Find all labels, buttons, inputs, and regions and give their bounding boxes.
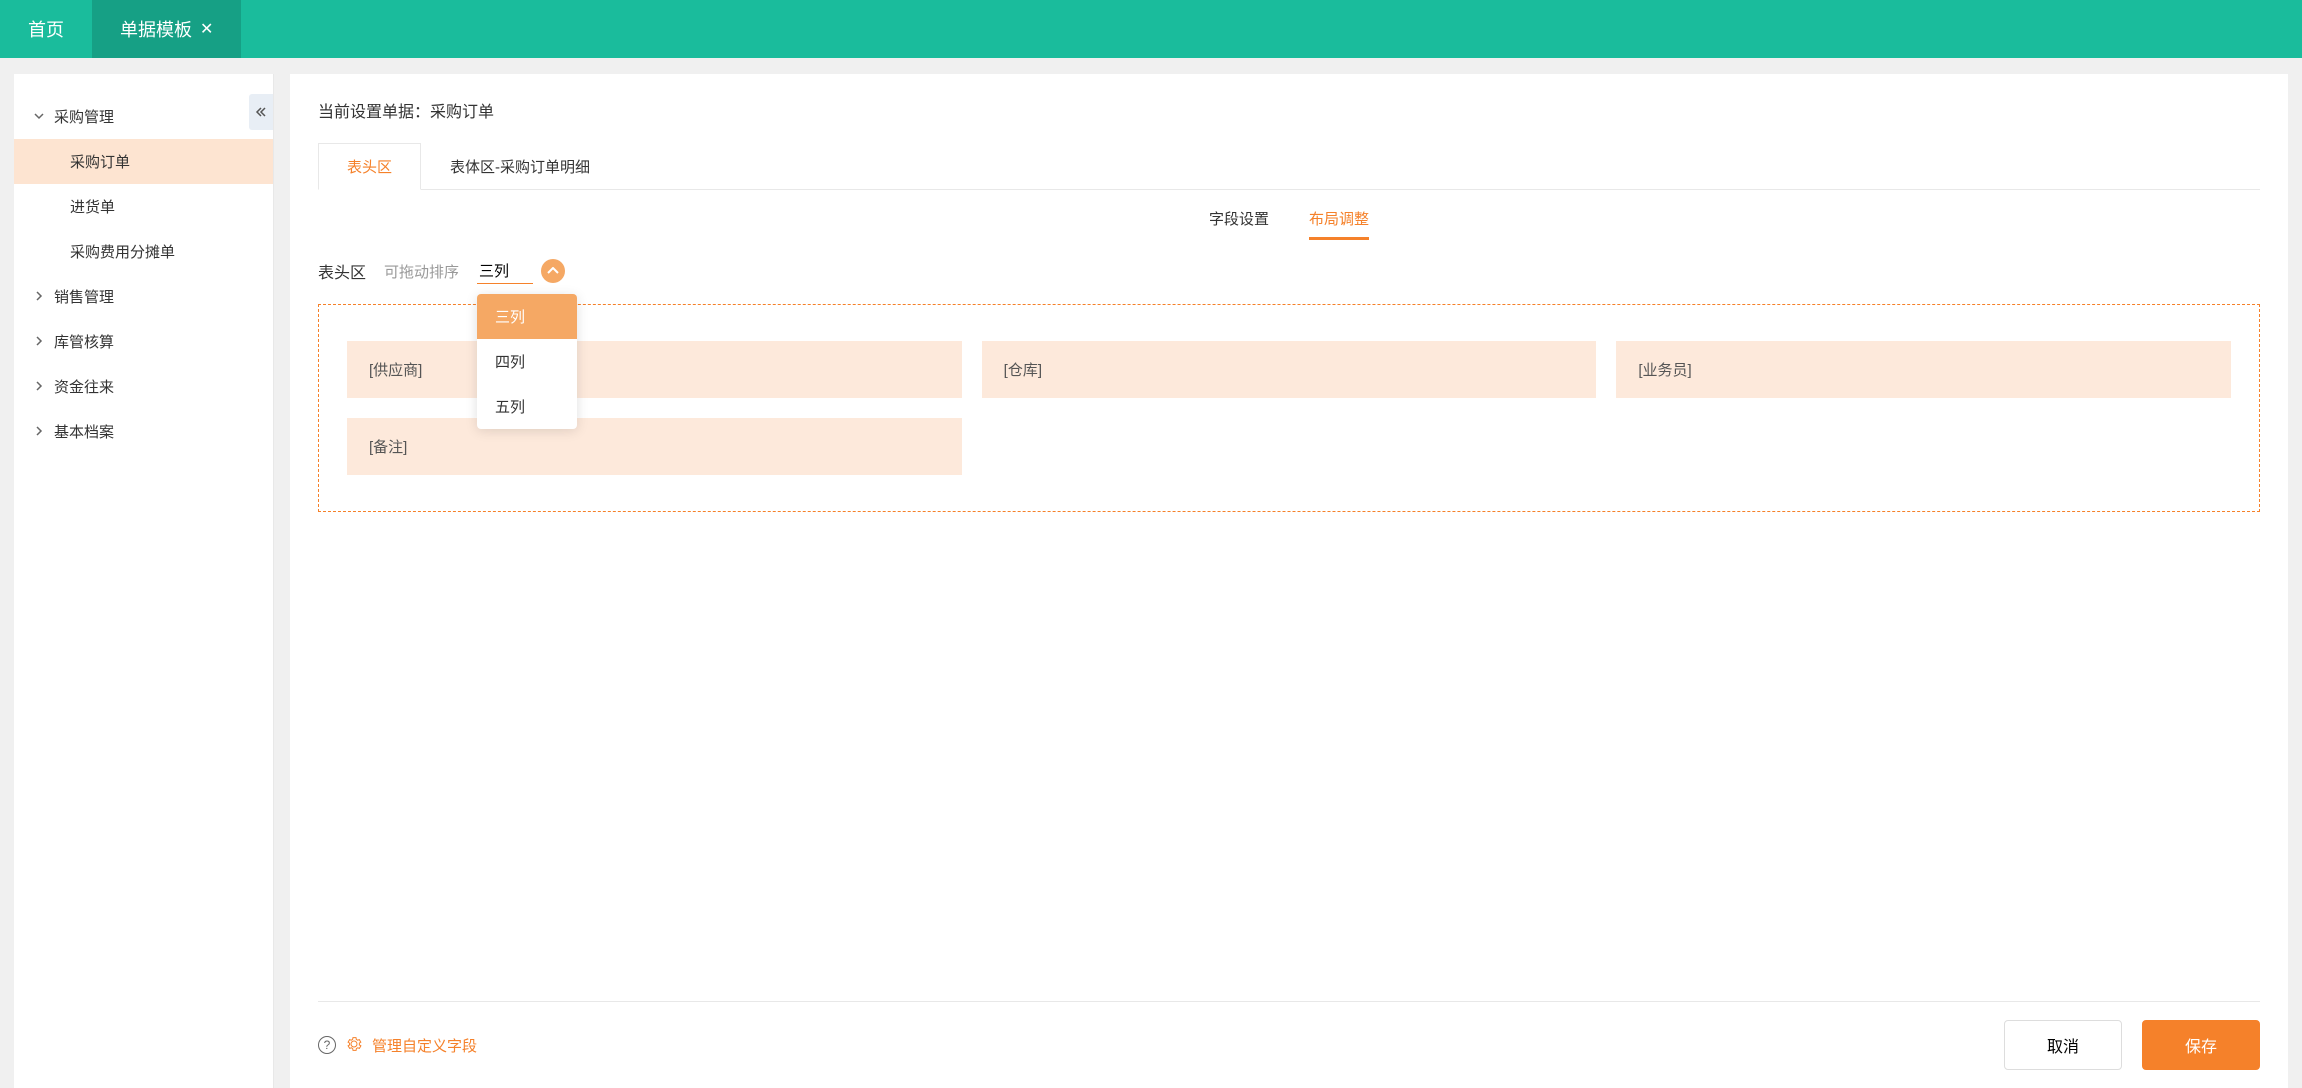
main-container: 采购管理 采购订单 进货单 采购费用分摊单 销售管理 库管核算 资金 <box>0 58 2302 1088</box>
chevron-up-icon <box>547 267 559 275</box>
sidebar-group-sales[interactable]: 销售管理 <box>14 274 273 319</box>
help-icon[interactable]: ? <box>318 1036 336 1054</box>
section-tabs: 表头区 表体区-采购订单明细 <box>318 142 2260 190</box>
layout-controls: 表头区 可拖动排序 三列 四列 五列 <box>318 258 2260 284</box>
top-tab-document-template[interactable]: 单据模板 ✕ <box>92 0 241 58</box>
field-card-warehouse[interactable]: [仓库] <box>982 341 1597 398</box>
sidebar-group-label: 资金往来 <box>54 376 114 397</box>
sidebar-item-label: 进货单 <box>70 199 115 216</box>
layout-area-label: 表头区 <box>318 259 366 283</box>
sidebar-group-basic-files[interactable]: 基本档案 <box>14 409 273 454</box>
chevron-right-icon <box>34 290 44 304</box>
save-button[interactable]: 保存 <box>2142 1020 2260 1070</box>
content-area: 当前设置单据：采购订单 表头区 表体区-采购订单明细 字段设置 布局调整 表头区… <box>290 74 2288 1088</box>
top-tab-home[interactable]: 首页 <box>0 0 92 58</box>
section-tab-label: 表体区-采购订单明细 <box>450 159 590 176</box>
chevron-right-icon <box>34 425 44 439</box>
sidebar: 采购管理 采购订单 进货单 采购费用分摊单 销售管理 库管核算 资金 <box>14 74 274 1088</box>
current-doc-name: 采购订单 <box>430 104 494 121</box>
sub-tab-label: 字段设置 <box>1209 211 1269 228</box>
close-icon[interactable]: ✕ <box>200 19 213 39</box>
section-tab-header[interactable]: 表头区 <box>318 143 421 190</box>
chevron-right-icon <box>34 380 44 394</box>
dropdown-item-label: 五列 <box>495 399 525 416</box>
sidebar-group-label: 销售管理 <box>54 286 114 307</box>
field-label: [供应商] <box>369 362 422 379</box>
field-drop-area[interactable]: [供应商] [仓库] [业务员] [备注] <box>318 304 2260 512</box>
footer-left: ? 管理自定义字段 <box>318 1035 477 1056</box>
current-doc-label: 当前设置单据：采购订单 <box>318 98 2260 122</box>
sidebar-collapse-button[interactable] <box>249 94 273 130</box>
field-card-remark[interactable]: [备注] <box>347 418 962 475</box>
sidebar-item-cost-allocation[interactable]: 采购费用分摊单 <box>14 229 273 274</box>
top-bar: 首页 单据模板 ✕ <box>0 0 2302 58</box>
sidebar-group-inventory[interactable]: 库管核算 <box>14 319 273 364</box>
gear-icon <box>346 1036 362 1055</box>
sub-tab-layout[interactable]: 布局调整 <box>1309 208 1369 240</box>
field-label: [备注] <box>369 439 407 456</box>
column-input[interactable] <box>477 258 533 284</box>
sidebar-group-label: 库管核算 <box>54 331 114 352</box>
field-label: [仓库] <box>1004 362 1042 379</box>
field-card-supplier[interactable]: [供应商] <box>347 341 962 398</box>
dropdown-item-four[interactable]: 四列 <box>477 339 577 384</box>
sub-tab-field-settings[interactable]: 字段设置 <box>1209 208 1269 240</box>
section-tab-label: 表头区 <box>347 159 392 176</box>
layout-hint: 可拖动排序 <box>384 261 459 282</box>
chevron-double-left-icon <box>255 106 267 118</box>
dropdown-item-three[interactable]: 三列 <box>477 294 577 339</box>
chevron-down-icon <box>34 110 44 124</box>
dropdown-item-five[interactable]: 五列 <box>477 384 577 429</box>
top-tab-label: 首页 <box>28 16 64 42</box>
column-select: 三列 四列 五列 <box>477 258 565 284</box>
column-toggle-button[interactable] <box>541 259 565 283</box>
manage-custom-fields-link[interactable]: 管理自定义字段 <box>372 1035 477 1056</box>
sidebar-item-label: 采购订单 <box>70 154 130 171</box>
current-doc-prefix: 当前设置单据： <box>318 104 430 121</box>
sub-tabs: 字段设置 布局调整 <box>318 190 2260 258</box>
section-tab-body[interactable]: 表体区-采购订单明细 <box>421 143 619 190</box>
sidebar-item-purchase-order[interactable]: 采购订单 <box>14 139 273 184</box>
field-card-salesperson[interactable]: [业务员] <box>1616 341 2231 398</box>
sidebar-group-label: 采购管理 <box>54 106 114 127</box>
sidebar-group-finance[interactable]: 资金往来 <box>14 364 273 409</box>
field-label: [业务员] <box>1638 362 1691 379</box>
footer-bar: ? 管理自定义字段 取消 保存 <box>318 1001 2260 1088</box>
sidebar-group-purchase[interactable]: 采购管理 <box>14 94 273 139</box>
chevron-right-icon <box>34 335 44 349</box>
top-tab-label: 单据模板 <box>120 16 192 42</box>
footer-buttons: 取消 保存 <box>2004 1020 2260 1070</box>
column-dropdown: 三列 四列 五列 <box>477 294 577 429</box>
dropdown-item-label: 三列 <box>495 309 525 326</box>
sidebar-item-label: 采购费用分摊单 <box>70 244 175 261</box>
cancel-button[interactable]: 取消 <box>2004 1020 2122 1070</box>
sidebar-group-label: 基本档案 <box>54 421 114 442</box>
sub-tab-label: 布局调整 <box>1309 211 1369 228</box>
dropdown-item-label: 四列 <box>495 354 525 371</box>
sidebar-item-receiving[interactable]: 进货单 <box>14 184 273 229</box>
